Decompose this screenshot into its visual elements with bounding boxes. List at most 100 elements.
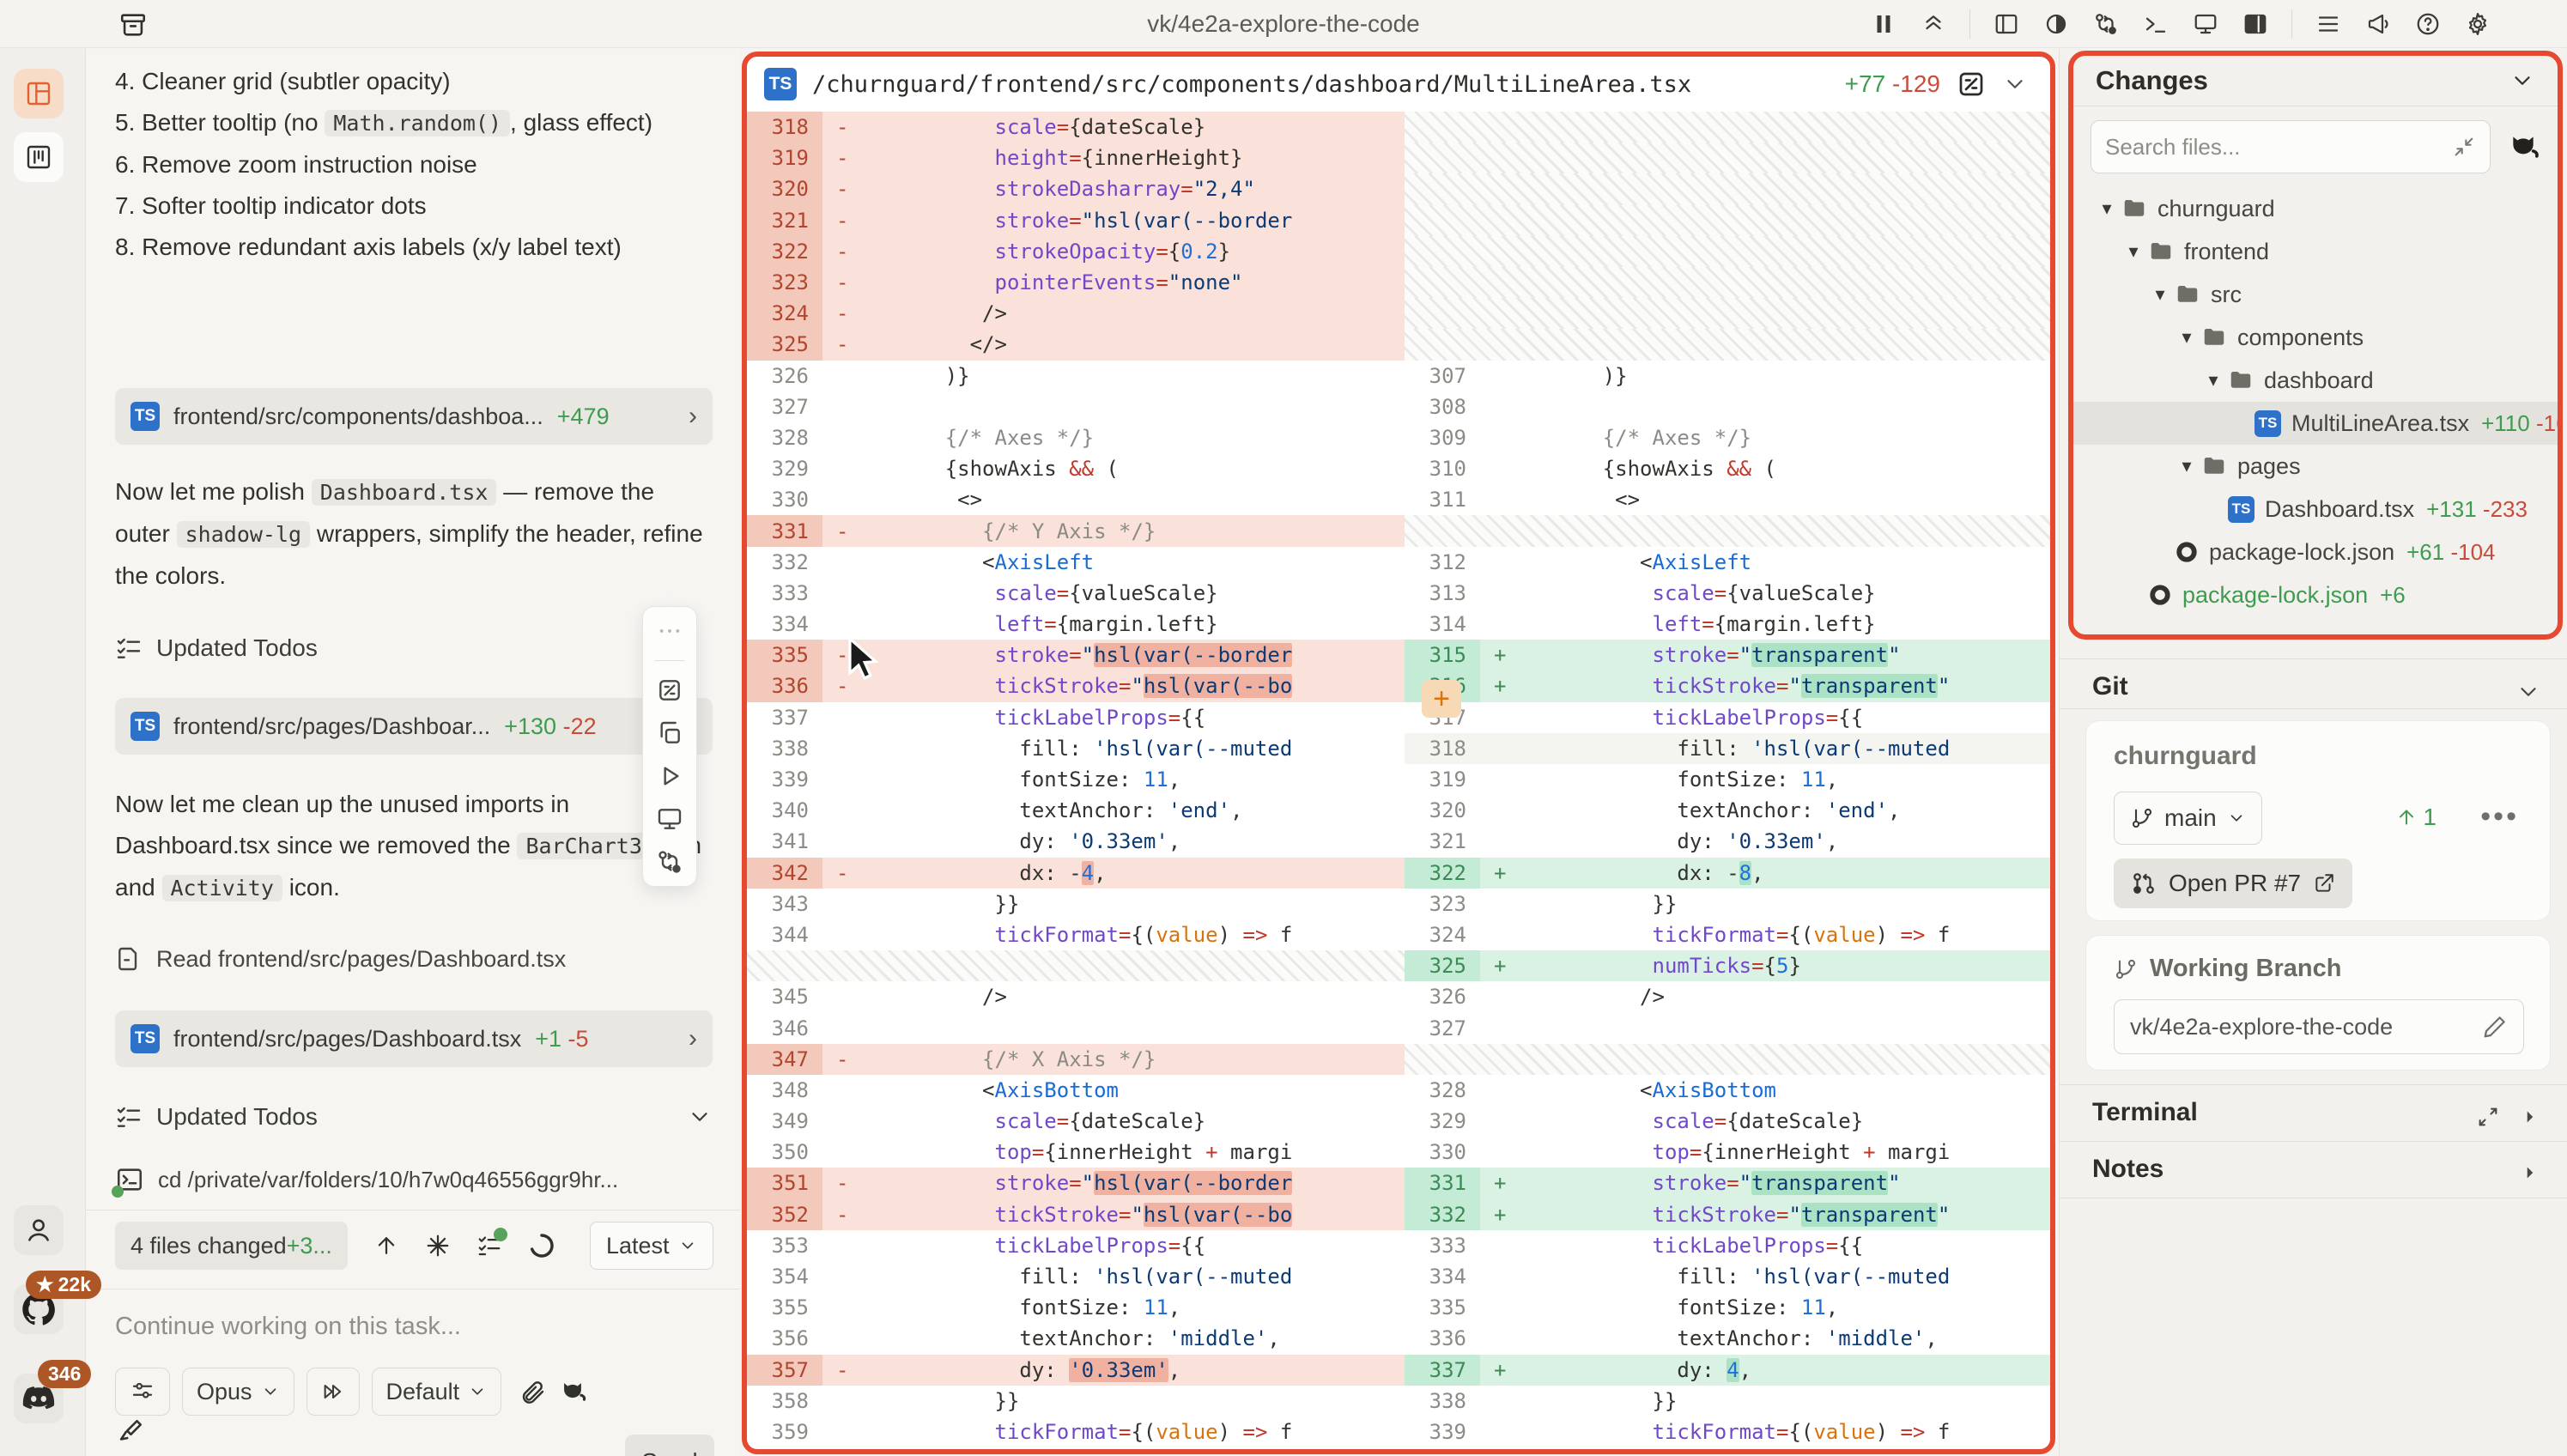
diff-line[interactable]: 356 textAnchor: 'middle', [747,1323,1405,1354]
git-compare-icon[interactable] [2092,10,2120,38]
more-options-icon[interactable]: ••• [2480,800,2519,834]
theme-icon[interactable] [2042,10,2070,38]
latest-dropdown[interactable]: Latest [590,1222,713,1270]
file-change-card[interactable]: TS frontend/src/pages/Dashboar... +130 -… [115,698,713,755]
sparkle-icon[interactable] [425,1233,451,1259]
diff-line[interactable]: 345 /> [747,981,1405,1012]
diff-line[interactable]: 327 [747,391,1405,422]
diff-line[interactable]: 346 [747,1012,1405,1043]
tree-item-package-lock.json[interactable]: package-lock.json+6 [2073,573,2558,616]
fast-forward-button[interactable] [306,1368,360,1416]
kanban-button[interactable] [14,132,64,182]
diff-line[interactable]: 333 scale={valueScale} [747,578,1405,609]
diff-line[interactable]: 341 dy: '0.33em', [747,826,1405,857]
tree-item-Dashboard.tsx[interactable]: TSDashboard.tsx+131 -233 [2073,488,2558,531]
model-dropdown[interactable]: Opus [182,1368,294,1416]
tree-item-src[interactable]: ▾src [2073,273,2558,316]
diff-line[interactable]: 335 fontSize: 11, [1405,1292,2050,1323]
git-compare-icon[interactable] [656,848,683,876]
diff-line[interactable]: 322+ dx: -8, [1405,858,2050,889]
diff-line[interactable]: 310 {showAxis && ( [1405,453,2050,484]
megaphone-icon[interactable] [2364,10,2392,38]
collapse-up-icon[interactable] [1920,10,1947,38]
diff-line[interactable]: 336 textAnchor: 'middle', [1405,1323,2050,1354]
arrow-up-icon[interactable] [373,1233,399,1259]
diff-line[interactable]: 331+ stroke="transparent" [1405,1168,2050,1198]
diff-line[interactable]: 307 )} [1405,361,2050,391]
file-change-card[interactable]: TS frontend/src/pages/Dashboard.tsx +1 -… [115,1010,713,1067]
diff-line[interactable]: 324 tickFormat={(value) => f [1405,919,2050,950]
dots-h-icon[interactable] [656,617,683,645]
diff-line[interactable]: 347- {/* X Axis */} [747,1044,1405,1075]
highlighter-icon[interactable] [115,1417,713,1447]
diff-line[interactable]: 318- scale={dateScale} [747,112,1405,143]
diff-line[interactable]: 317 tickLabelProps={{ [1405,702,2050,733]
monitor-icon[interactable] [2192,10,2219,38]
diff-line[interactable]: 312 <AxisLeft [1405,547,2050,578]
diff-line[interactable]: 337 tickLabelProps={{ [747,702,1405,733]
updated-todos-row[interactable]: Updated Todos [115,1103,713,1131]
diff-line[interactable]: 338 }} [1405,1386,2050,1417]
tree-expand-icon[interactable]: ▾ [2119,240,2148,263]
layout-panel-button[interactable] [14,69,64,118]
monitor-icon[interactable] [656,805,683,833]
diff-line[interactable]: 332+ tickStroke="transparent" [1405,1199,2050,1230]
message-input[interactable]: Continue working on this task... [115,1313,713,1341]
diff-line[interactable]: 337+ dy: 4, [1405,1355,2050,1386]
diff-line[interactable]: 322- strokeOpacity={0.2} [747,236,1405,267]
menu-icon[interactable] [2315,10,2342,38]
working-branch-input[interactable]: vk/4e2a-explore-the-code [2114,999,2524,1054]
diff-line[interactable]: 328 <AxisBottom [1405,1075,2050,1106]
diff-line[interactable]: 320- strokeDasharray="2,4" [747,173,1405,204]
diff-line[interactable]: 328 {/* Axes */} [747,422,1405,453]
diff-line[interactable]: 332 <AxisLeft [747,547,1405,578]
panel-right-icon[interactable] [2242,10,2269,38]
diff-line[interactable]: 327 [1405,1012,2050,1043]
diff-view-icon[interactable] [1956,69,1987,100]
updated-todos-row[interactable]: Updated Todos [115,634,713,662]
diff-line[interactable]: 333 tickLabelProps={{ [1405,1230,2050,1261]
diff-line[interactable]: 315+ stroke="transparent" [1405,640,2050,670]
add-comment-button[interactable]: + [1422,680,1461,718]
diff-line[interactable]: 314 left={margin.left} [1405,609,2050,640]
copy-icon[interactable] [656,719,683,747]
diff-line[interactable]: 321- stroke="hsl(var(--border [747,205,1405,236]
chevron-down-icon[interactable] [687,1104,713,1130]
diff-line[interactable]: 338 fill: 'hsl(var(--muted [747,733,1405,764]
tree-expand-icon[interactable]: ▾ [2172,455,2201,477]
settings-sliders-button[interactable] [115,1368,170,1416]
search-files-input[interactable]: Search files... [2091,120,2491,173]
account-button[interactable] [14,1205,64,1255]
settings-icon[interactable] [2464,10,2491,38]
diff-line[interactable]: 325+ numTicks={5} [1405,950,2050,981]
attach-icon[interactable] [519,1378,546,1405]
diff-icon[interactable] [656,676,683,704]
diff-line[interactable]: 323 }} [1405,889,2050,919]
diff-line[interactable]: 352- tickStroke="hsl(var(--bo [747,1199,1405,1230]
branch-dropdown[interactable]: main [2114,792,2262,845]
diff-line[interactable]: 355 fontSize: 11, [747,1292,1405,1323]
diff-line[interactable]: 313 scale={valueScale} [1405,578,2050,609]
cat-icon[interactable] [558,1377,587,1406]
tree-item-package-lock.json[interactable]: package-lock.json+61 -104 [2073,531,2558,573]
terminal-prompt-icon[interactable] [2142,10,2170,38]
diff-line[interactable]: 350 top={innerHeight + margi [747,1137,1405,1168]
diff-line[interactable]: 326 )} [747,361,1405,391]
diff-line[interactable]: 324- /> [747,298,1405,329]
tree-item-pages[interactable]: ▾pages [2073,445,2558,488]
tree-expand-icon[interactable]: ▾ [2199,369,2228,391]
diff-line[interactable]: 320 textAnchor: 'end', [1405,795,2050,826]
diff-line[interactable]: 359 tickFormat={(value) => f [747,1417,1405,1447]
tree-item-frontend[interactable]: ▾frontend [2073,230,2558,273]
terminal-command-row[interactable]: cd /private/var/folders/10/h7w0q46556ggr… [115,1165,713,1194]
diff-line[interactable]: 318 fill: 'hsl(var(--muted [1405,733,2050,764]
tree-item-dashboard[interactable]: ▾dashboard [2073,359,2558,402]
tree-item-components[interactable]: ▾components [2073,316,2558,359]
tree-item-MultiLineArea.tsx[interactable]: TSMultiLineArea.tsx+110 -162 [2073,402,2558,445]
chevron-right-icon[interactable] [2519,1162,2541,1184]
play-icon[interactable] [656,762,683,790]
diff-line[interactable]: 342- dx: -4, [747,858,1405,889]
diff-line[interactable]: 349 scale={dateScale} [747,1106,1405,1137]
diff-line[interactable]: 325- </> [747,329,1405,360]
pause-icon[interactable] [1870,10,1897,38]
